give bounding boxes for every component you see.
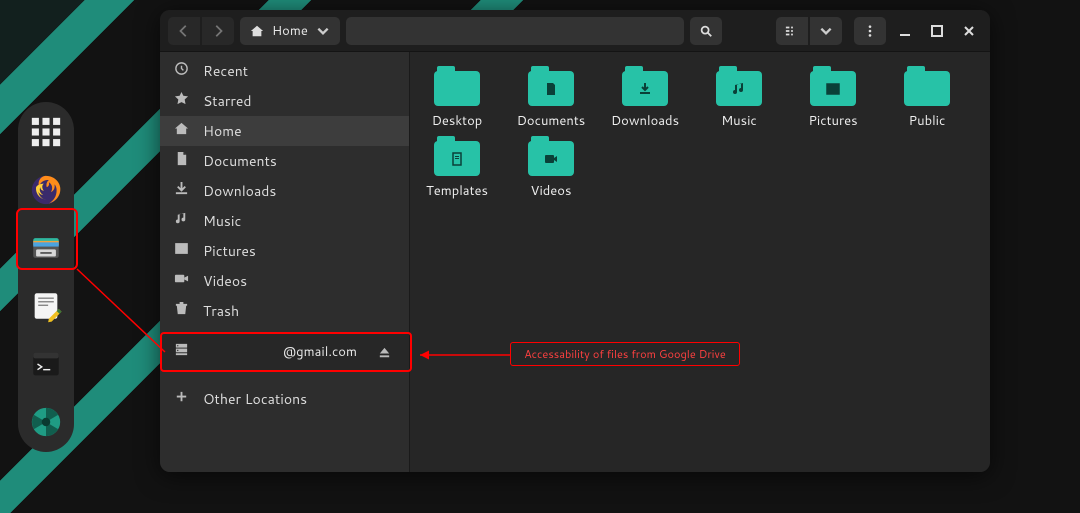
folder-grid: Desktop Documents Downloads Music Pictures Pu… xyxy=(418,66,982,200)
sidebar-item-label: Videos xyxy=(203,271,247,291)
mount-label: @gmail.com xyxy=(203,343,359,361)
search-button[interactable] xyxy=(690,17,722,45)
folder-pictures[interactable]: Pictures xyxy=(794,66,872,130)
folder-icon xyxy=(904,66,950,106)
video-icon xyxy=(174,271,189,291)
sidebar-item-label: Documents xyxy=(203,151,277,171)
sidebar-item-label: Other Locations xyxy=(203,389,307,409)
hamburger-menu-button[interactable] xyxy=(854,17,886,45)
sidebar-item-label: Trash xyxy=(203,301,239,321)
path-label: Home xyxy=(272,22,308,40)
path-bar[interactable] xyxy=(346,17,684,45)
folder-label: Videos xyxy=(531,182,572,200)
folder-label: Documents xyxy=(517,112,586,130)
trash-icon xyxy=(174,301,189,321)
sidebar-item-trash[interactable]: Trash xyxy=(160,296,409,326)
headerbar: Home xyxy=(160,10,990,52)
folder-icon xyxy=(622,66,668,106)
sidebar-item-home[interactable]: Home xyxy=(160,116,409,146)
places-sidebar: Recent Starred Home Documents Downloads Music… xyxy=(160,52,410,472)
firefox-icon[interactable] xyxy=(24,168,68,212)
folder-public[interactable]: Public xyxy=(888,66,966,130)
sidebar-item-downloads[interactable]: Downloads xyxy=(160,176,409,206)
folder-icon xyxy=(810,66,856,106)
folder-label: Pictures xyxy=(808,112,857,130)
sidebar-item-google-drive[interactable]: @gmail.com xyxy=(160,334,409,370)
close-button[interactable] xyxy=(956,18,982,44)
annotation-label: Accessability of files from Google Drive xyxy=(510,342,740,366)
folder-templates[interactable]: Templates xyxy=(418,136,496,200)
text-editor-icon[interactable] xyxy=(24,284,68,328)
forward-button[interactable] xyxy=(202,17,234,45)
file-manager-window: Home Recent Starred Home Documents Downloads… xyxy=(160,10,990,472)
folder-videos[interactable]: Videos xyxy=(512,136,590,200)
folder-label: Music xyxy=(721,112,757,130)
sidebar-item-pictures[interactable]: Pictures xyxy=(160,236,409,266)
folder-icon xyxy=(434,66,480,106)
sidebar-item-label: Home xyxy=(203,121,242,141)
sidebar-item-label: Music xyxy=(203,211,241,231)
doc-icon xyxy=(174,151,189,171)
clock-icon xyxy=(174,61,189,81)
sidebar-item-label: Downloads xyxy=(203,181,276,201)
sidebar-item-recent[interactable]: Recent xyxy=(160,56,409,86)
picture-icon xyxy=(174,241,189,261)
folder-label: Downloads xyxy=(611,112,679,130)
back-button[interactable] xyxy=(168,17,200,45)
folder-music[interactable]: Music xyxy=(700,66,778,130)
sidebar-item-other-locations[interactable]: Other Locations xyxy=(160,384,409,414)
sidebar-item-label: Pictures xyxy=(203,241,256,261)
nav-group xyxy=(168,17,234,45)
folder-desktop[interactable]: Desktop xyxy=(418,66,496,130)
folder-icon xyxy=(434,136,480,176)
sidebar-item-starred[interactable]: Starred xyxy=(160,86,409,116)
screenshot-icon[interactable] xyxy=(24,400,68,444)
sidebar-item-documents[interactable]: Documents xyxy=(160,146,409,176)
terminal-icon[interactable] xyxy=(24,342,68,386)
sidebar-item-videos[interactable]: Videos xyxy=(160,266,409,296)
folder-documents[interactable]: Documents xyxy=(512,66,590,130)
folder-label: Public xyxy=(909,112,946,130)
folder-icon xyxy=(716,66,762,106)
folder-downloads[interactable]: Downloads xyxy=(606,66,684,130)
server-icon xyxy=(174,342,189,362)
star-icon xyxy=(174,91,189,111)
download-icon xyxy=(174,181,189,201)
maximize-button[interactable] xyxy=(924,18,950,44)
folder-label: Desktop xyxy=(432,112,483,130)
path-button-home[interactable]: Home xyxy=(240,17,340,45)
sidebar-item-label: Recent xyxy=(203,61,248,81)
folder-icon xyxy=(528,66,574,106)
folder-icon xyxy=(528,136,574,176)
sidebar-item-label: Starred xyxy=(203,91,252,111)
chevron-down-icon xyxy=(316,24,330,38)
folder-label: Templates xyxy=(426,182,488,200)
music-icon xyxy=(174,211,189,231)
content-area[interactable]: Desktop Documents Downloads Music Pictures Pu… xyxy=(410,52,990,472)
home-icon xyxy=(174,121,189,141)
view-options-button[interactable] xyxy=(810,17,842,45)
plus-icon xyxy=(174,389,189,409)
view-icons-button[interactable] xyxy=(776,17,808,45)
view-switcher xyxy=(776,17,842,45)
files-icon[interactable] xyxy=(24,226,68,270)
apps-grid-icon[interactable] xyxy=(24,110,68,154)
eject-button[interactable] xyxy=(373,341,395,363)
minimize-button[interactable] xyxy=(892,18,918,44)
sidebar-item-music[interactable]: Music xyxy=(160,206,409,236)
launcher-dock xyxy=(18,102,74,452)
